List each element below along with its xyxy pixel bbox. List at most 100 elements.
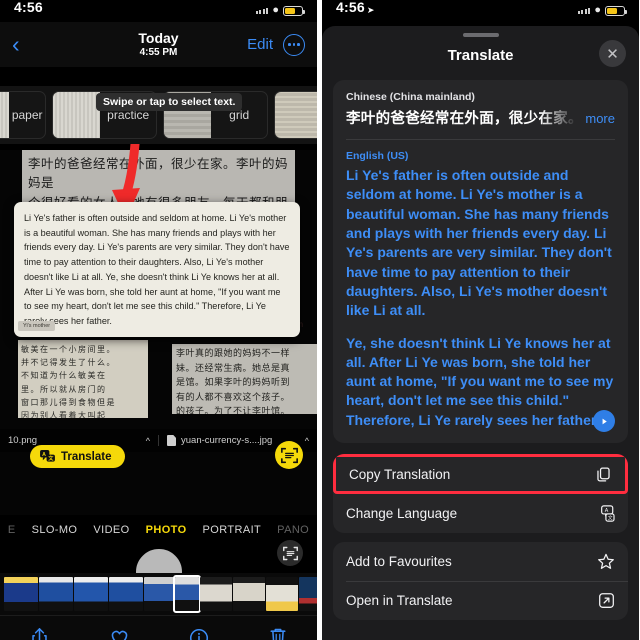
wifi-icon: ● — [594, 4, 601, 16]
photo-printed-block: 李叶真的跟她的妈妈不一样 妹。还经常生病。她总是真 是馆。如果李叶的妈妈听到 有… — [172, 344, 317, 414]
live-text-scan-icon[interactable] — [275, 441, 303, 469]
filmstrip-item[interactable] — [299, 577, 317, 611]
chinese-line: 李叶的爸爸经常在外面，很少在家。李叶的妈妈是 — [28, 156, 289, 191]
wifi-icon: ● — [272, 4, 279, 16]
close-icon[interactable]: ✕ — [599, 40, 626, 67]
svg-text:A: A — [42, 452, 46, 458]
camera-mode[interactable]: E — [8, 524, 16, 536]
action-group-primary: Copy Translation Change Language A 文 — [333, 454, 628, 534]
live-text-popup[interactable]: Li Ye's father is often outside and seld… — [14, 202, 300, 337]
filmstrip-item[interactable] — [74, 577, 108, 611]
action-list: Copy Translation Change Language A 文 Add… — [333, 454, 628, 621]
right-status-bar: 4:56 ➤ ● — [322, 0, 639, 22]
camera-mode[interactable]: PANO — [277, 524, 309, 536]
more-link[interactable]: more — [585, 111, 615, 126]
thumbnail-item[interactable]: paper — [0, 91, 46, 139]
translate-button[interactable]: A 文 Translate — [30, 445, 125, 468]
nav-spacer — [0, 67, 317, 86]
play-icon[interactable] — [593, 410, 615, 433]
handwritten-line: 敏美在一个小房间里。 — [21, 345, 116, 354]
share-icon[interactable] — [30, 627, 49, 640]
camera-mode[interactable]: VIDEO — [93, 524, 129, 536]
source-language-label: Chinese (China mainland) — [346, 91, 475, 103]
screenshot-stage: 4:56 ● ‹ Today 4:55 PM Edit paper practi… — [0, 0, 640, 640]
photos-bottom-toolbar — [0, 615, 317, 640]
action-copy-translation[interactable]: Copy Translation — [336, 457, 625, 491]
translated-text: Li Ye's father is often outside and seld… — [346, 166, 615, 430]
thumbnail-label: paper — [11, 108, 43, 122]
camera-section: E SLO-MO VIDEO PHOTO PORTRAIT PANO — [0, 515, 317, 615]
heart-icon[interactable] — [109, 628, 130, 640]
card-divider — [346, 139, 615, 140]
filmstrip-item[interactable] — [266, 577, 298, 611]
filmstrip-item[interactable] — [233, 577, 265, 611]
chevron-up-icon[interactable]: ^ — [305, 436, 309, 446]
sheet-title: Translate — [447, 46, 514, 64]
edit-button[interactable]: Edit — [247, 36, 273, 53]
ellipsis-circle-icon[interactable] — [283, 33, 305, 56]
handwritten-line: 里。所以就从房门的 — [21, 384, 107, 394]
handwritten-line: 因为别人看着大叫起 — [21, 410, 107, 418]
action-label: Add to Favourites — [346, 554, 452, 570]
status-indicators: ● — [255, 4, 305, 16]
handwritten-line: 并不记得发生了什么。 — [21, 358, 116, 368]
info-icon[interactable] — [189, 628, 209, 640]
translate-button-label: Translate — [61, 450, 112, 463]
action-add-to-favourites[interactable]: Add to Favourites — [333, 542, 628, 581]
printed-line: 有的人都不喜欢这个孩子。 — [176, 392, 291, 403]
source-text: 李叶的爸爸经常在外面，很少在家。 — [346, 111, 578, 127]
handwritten-line: 窗口那儿得到食物但是 — [21, 397, 116, 407]
thumbnail-preview — [0, 92, 10, 138]
right-phone-screen: 4:56 ➤ ● Translate ✕ Chinese (China main… — [322, 0, 639, 640]
thumbnail-item[interactable] — [274, 91, 317, 139]
thumbnail-strip[interactable]: paper practice grid Swipe or tap to sele… — [0, 86, 317, 144]
action-open-in-translate[interactable]: Open in Translate — [333, 581, 628, 620]
chevron-up-icon[interactable]: ^ — [146, 436, 150, 446]
popup-footer-chip: Yi's mother — [18, 321, 56, 331]
status-time: 4:56 — [14, 0, 43, 15]
filmstrip-item-selected[interactable] — [173, 575, 201, 613]
photo-viewer[interactable]: 李叶的爸爸经常在外面，很少在家。李叶的妈妈是 个很好看的女人，她有很多朋友，每天… — [0, 144, 317, 515]
filmstrip-item[interactable] — [4, 577, 38, 611]
copy-icon — [595, 466, 612, 483]
back-button[interactable]: ‹ — [12, 33, 20, 56]
location-arrow-icon: ➤ — [366, 5, 375, 15]
target-language-label: English (US) — [346, 150, 409, 162]
live-text-scan-icon[interactable] — [277, 540, 303, 566]
file-name: yuan-currency-s....jpg — [181, 435, 273, 446]
camera-mode-selector[interactable]: E SLO-MO VIDEO PHOTO PORTRAIT PANO — [0, 515, 317, 536]
screenshot-filmstrip[interactable] — [0, 573, 317, 615]
action-change-language[interactable]: Change Language A 文 — [333, 494, 628, 533]
cellular-signal-icon — [255, 7, 269, 14]
photo-handwritten-block: 敏美在一个小房间里。 并不记得发生了什么。 不知道为什么敏美在 里。所以就从房门… — [18, 340, 148, 418]
copy-translation-highlight: Copy Translation — [333, 454, 628, 495]
printed-line: 的孩子。为了不让李叶馆。 — [176, 407, 291, 414]
left-status-bar: 4:56 ● — [0, 0, 317, 22]
filmstrip-item[interactable] — [144, 577, 174, 611]
filmstrip-item[interactable] — [39, 577, 73, 611]
camera-mode-active[interactable]: PHOTO — [146, 524, 187, 536]
camera-mode[interactable]: PORTRAIT — [203, 524, 262, 536]
action-group-secondary: Add to Favourites Open in Translate — [333, 542, 628, 621]
document-icon — [167, 435, 176, 446]
translate-sheet: Translate ✕ Chinese (China mainland) 李叶的… — [322, 26, 639, 640]
nav-actions: Edit — [247, 33, 305, 56]
filmstrip-item[interactable] — [200, 577, 232, 611]
popup-text: Li Ye's father is often outside and seld… — [24, 213, 290, 327]
trash-icon[interactable] — [269, 627, 287, 640]
filmstrip-item[interactable] — [109, 577, 143, 611]
camera-mode[interactable]: SLO-MO — [32, 524, 78, 536]
printed-line: 妹。还经常生病。她总是真 — [176, 363, 291, 374]
svg-text:A: A — [605, 508, 609, 514]
action-label: Copy Translation — [349, 466, 451, 482]
thumbnail-preview — [53, 92, 101, 138]
action-label: Open in Translate — [346, 593, 453, 609]
translate-icon: A 文 — [40, 450, 55, 463]
file-name: 10.png — [8, 435, 38, 446]
translated-paragraph: Ye, she doesn't think Li Ye knows her at… — [346, 334, 614, 428]
change-language-icon: A 文 — [596, 505, 615, 522]
cellular-signal-icon — [577, 7, 591, 14]
battery-icon — [605, 5, 627, 16]
select-text-tooltip: Swipe or tap to select text. — [96, 93, 243, 111]
source-text-row: 李叶的爸爸经常在外面，很少在家。 more — [346, 107, 615, 128]
